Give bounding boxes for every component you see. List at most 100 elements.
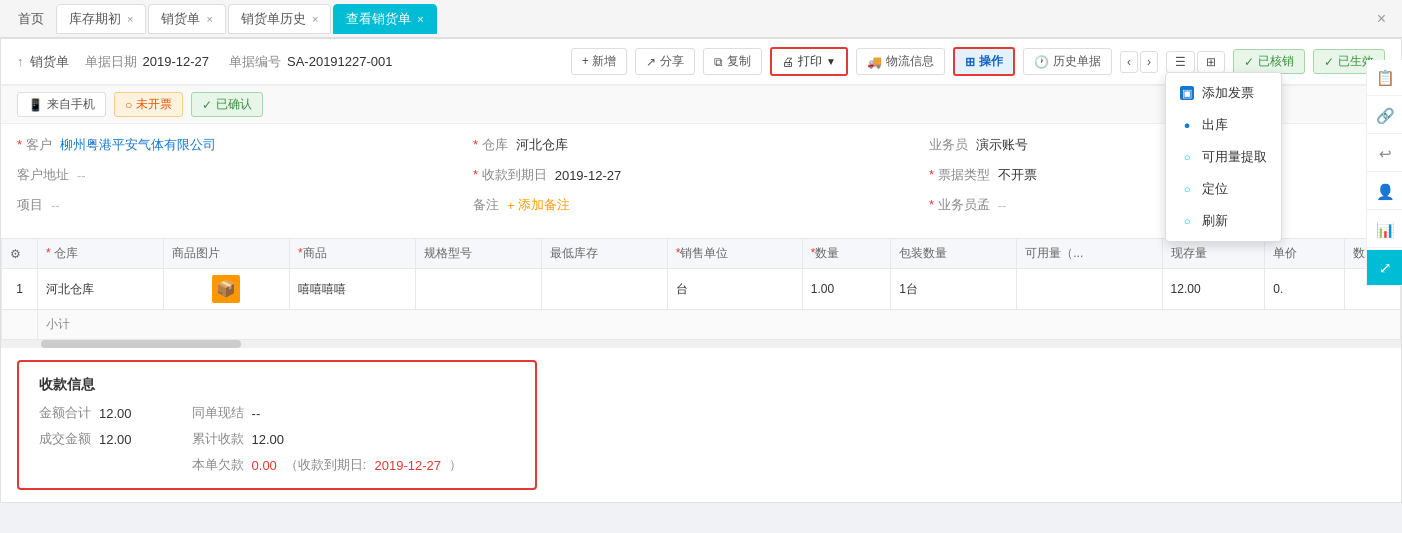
payment-same-order-label: 同单现结 (192, 404, 244, 422)
copy-button-label: 复制 (727, 53, 751, 70)
copy-icon: ⧉ (714, 55, 723, 69)
check-icon: ✓ (1244, 55, 1254, 69)
dropdown-available-qty[interactable]: ○ 可用量提取 (1166, 141, 1281, 173)
confirm-button[interactable]: ✓ 已确认 (191, 92, 263, 117)
dropdown-refresh[interactable]: ○ 刷新 (1166, 205, 1281, 237)
history-button[interactable]: 🕐 历史单据 (1023, 48, 1112, 75)
dropdown-locate[interactable]: ○ 定位 (1166, 173, 1281, 205)
refresh-icon: ○ (1180, 214, 1194, 228)
payment-transaction-item: 成交金额 12.00 (39, 430, 132, 448)
salesperson2-value: -- (998, 198, 1007, 213)
new-button[interactable]: + 新增 (571, 48, 627, 75)
row-spec (415, 269, 541, 310)
sidebar-icon-5[interactable]: 📊 (1367, 212, 1402, 248)
date-meta-item: 单据日期 2019-12-27 (85, 53, 210, 71)
sidebar-icon-2[interactable]: 🔗 (1367, 98, 1402, 134)
col-available-header: 可用量（... (1017, 239, 1162, 269)
tab-inventory[interactable]: 库存期初 × (56, 4, 146, 34)
payment-same-order-value: -- (252, 406, 261, 421)
nav-arrows: ‹ › (1120, 51, 1158, 73)
list-view-button[interactable]: ☰ (1166, 51, 1195, 73)
customer-value[interactable]: 柳州粤港平安气体有限公司 (60, 136, 216, 154)
payment-total-item: 金额合计 12.00 (39, 404, 132, 422)
payment-info-box: 收款信息 金额合计 12.00 成交金额 12.00 同单现结 -- (17, 360, 537, 490)
payment-due-note-end: ） (449, 456, 462, 474)
from-phone-button[interactable]: 📱 来自手机 (17, 92, 106, 117)
outbound-label: 出库 (1202, 116, 1228, 134)
row-qty: 1.00 (802, 269, 891, 310)
scroll-thumb[interactable] (41, 340, 241, 348)
operation-button[interactable]: ⊞ 操作 (953, 47, 1015, 76)
sales-order-icon: ↑ (17, 54, 24, 69)
warehouse-field: 仓库 河北仓库 (473, 136, 929, 154)
next-button[interactable]: › (1140, 51, 1158, 73)
sidebar-icon-4[interactable]: 👤 (1367, 174, 1402, 210)
tab-inventory-close[interactable]: × (127, 13, 133, 25)
check2-icon: ✓ (1324, 55, 1334, 69)
note-field: 备注 + 添加备注 (473, 196, 929, 214)
logistics-button[interactable]: 🚚 物流信息 (856, 48, 945, 75)
sidebar-icon-3[interactable]: ↩ (1367, 136, 1402, 172)
outbound-icon: ● (1180, 118, 1194, 132)
sidebar-icon-6[interactable]: ⤢ (1367, 250, 1402, 286)
col-minstock-header: 最低库存 (541, 239, 667, 269)
project-value: -- (51, 198, 60, 213)
col-settings[interactable]: ⚙ (2, 239, 38, 269)
right-sidebar: 📋 🔗 ↩ 👤 📊 ⤢ (1366, 60, 1402, 286)
ticket-type-field: 票据类型 不开票 (929, 166, 1385, 184)
salesperson-value: 演示账号 (976, 136, 1028, 154)
share-button[interactable]: ↗ 分享 (635, 48, 695, 75)
date-value: 2019-12-27 (143, 54, 210, 69)
confirm-icon: ✓ (202, 98, 212, 112)
tab-sales-history[interactable]: 销货单历史 × (228, 4, 331, 34)
salesperson-field: 业务员 演示账号 (929, 136, 1385, 154)
add-note-button[interactable]: + 添加备注 (507, 196, 570, 214)
horizontal-scrollbar[interactable] (1, 340, 1401, 348)
dropdown-add-invoice[interactable]: ▣ 添加发票 (1166, 77, 1281, 109)
col-image-header: 商品图片 (163, 239, 289, 269)
copy-button[interactable]: ⧉ 复制 (703, 48, 762, 75)
print-icon: 🖨 (782, 55, 794, 69)
table-scroll: ⚙ * 仓库 商品图片 *商品 规格型号 最低库存 *销售单位 *数量 包装数量… (1, 238, 1401, 340)
items-table: ⚙ * 仓库 商品图片 *商品 规格型号 最低库存 *销售单位 *数量 包装数量… (1, 238, 1401, 340)
row-minstock (541, 269, 667, 310)
tab-home[interactable]: 首页 (8, 10, 54, 28)
payment-cumulative-value: 12.00 (252, 432, 285, 447)
tab-sales[interactable]: 销货单 × (148, 4, 225, 34)
payment-due-label: 收款到期日 (473, 166, 547, 184)
document-meta: 单据日期 2019-12-27 单据编号 SA-20191227-001 (85, 53, 393, 71)
row-price: 0. (1265, 269, 1344, 310)
prev-button[interactable]: ‹ (1120, 51, 1138, 73)
salesperson2-field: 业务员孟 -- (929, 196, 1385, 214)
note-label: 备注 (473, 196, 499, 214)
ticket-type-value: 不开票 (998, 166, 1037, 184)
window-close-button[interactable]: × (1369, 10, 1394, 28)
print-button[interactable]: 🖨 打印 ▼ (770, 47, 848, 76)
dropdown-outbound[interactable]: ● 出库 (1166, 109, 1281, 141)
grid-view-button[interactable]: ⊞ (1197, 51, 1225, 73)
logistics-icon: 🚚 (867, 55, 882, 69)
col-warehouse-header: * 仓库 (38, 239, 164, 269)
tab-sales-history-close[interactable]: × (312, 13, 318, 25)
sold-badge[interactable]: ✓ 已核销 (1233, 49, 1305, 74)
col-price-header: 单价 (1265, 239, 1344, 269)
customer-label: 客户 (17, 136, 52, 154)
tab-bar: 首页 库存期初 × 销货单 × 销货单历史 × 查看销货单 × × (0, 0, 1402, 38)
row-image: 📦 (163, 269, 289, 310)
operation-button-label: 操作 (979, 53, 1003, 70)
tab-sales-close[interactable]: × (206, 13, 212, 25)
address-field: 客户地址 -- (17, 166, 473, 184)
tab-view-sales[interactable]: 查看销货单 × (333, 4, 436, 34)
payment-due-label: 本单欠款 (192, 456, 244, 474)
not-open-button[interactable]: ○ 未开票 (114, 92, 183, 117)
print-dropdown-icon: ▼ (826, 56, 836, 67)
col-spec-header: 规格型号 (415, 239, 541, 269)
product-image-icon: 📦 (212, 275, 240, 303)
tab-view-sales-close[interactable]: × (417, 13, 423, 25)
sidebar-icon-1[interactable]: 📋 (1367, 60, 1402, 96)
payment-due-value: 0.00 (252, 458, 277, 473)
payment-due-value: 2019-12-27 (555, 168, 622, 183)
salesperson2-label: 业务员孟 (929, 196, 990, 214)
locate-icon: ○ (1180, 182, 1194, 196)
number-meta-item: 单据编号 SA-20191227-001 (229, 53, 393, 71)
